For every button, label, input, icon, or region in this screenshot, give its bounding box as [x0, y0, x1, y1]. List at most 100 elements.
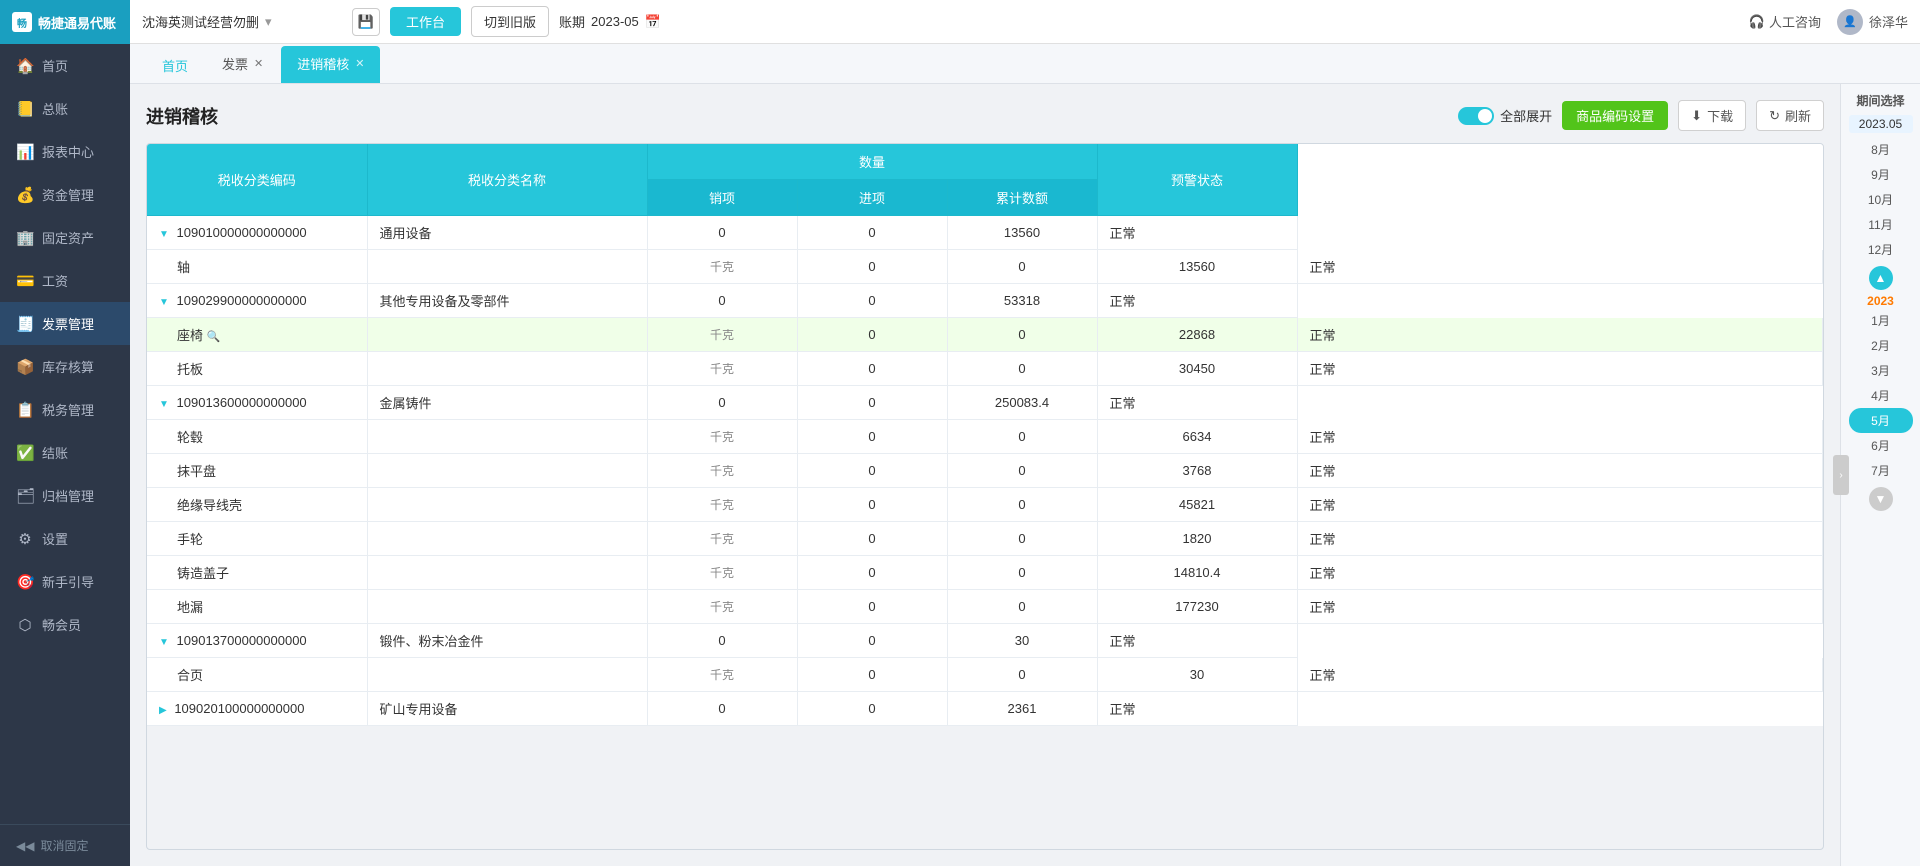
sidebar-item-ledger[interactable]: 📒 总账	[0, 87, 130, 130]
download-button[interactable]: ⬇ 下载	[1678, 100, 1746, 131]
save-button[interactable]: 💾	[352, 8, 380, 36]
page-content: 进销稽核 全部展开 商品编码设置 ⬇ 下载 ↻ 刷	[130, 84, 1840, 866]
table-row[interactable]: 抹平盘 千克 0 0 3768 正常	[147, 454, 1823, 488]
year-nav-up[interactable]: ▲	[1869, 266, 1893, 290]
sidebar-item-assets[interactable]: 🏢 固定资产	[0, 216, 130, 259]
topbar: 沈海英测试经营勿删 ▾ 💾 工作台 切到旧版 账期 2023-05 📅 🎧 人工…	[130, 0, 1920, 44]
month-2[interactable]: 2月	[1849, 333, 1913, 358]
tab-reconcile[interactable]: 进销稽核 ✕	[281, 46, 380, 83]
search-icon[interactable]: 🔍	[207, 331, 221, 343]
table-row[interactable]: 轴 千克 0 0 13560 正常	[147, 250, 1823, 284]
settle-icon: ✅	[16, 444, 34, 462]
sidebar-item-capital[interactable]: 💰 资金管理	[0, 173, 130, 216]
table-row[interactable]: 合页 千克 0 0 30 正常	[147, 658, 1823, 692]
calendar-icon[interactable]: 📅	[645, 14, 661, 30]
service-button[interactable]: 🎧 人工咨询	[1749, 12, 1821, 31]
sidebar-item-settle[interactable]: ✅ 结账	[0, 431, 130, 474]
month-8[interactable]: 8月	[1849, 137, 1913, 162]
cell-purchase: 0	[797, 216, 947, 250]
workspace-button[interactable]: 工作台	[390, 7, 461, 36]
table-row[interactable]: 铸造盖子 千克 0 0 14810.4 正常	[147, 556, 1823, 590]
sidebar-item-member[interactable]: ⬡ 畅会员	[0, 603, 130, 646]
sidebar-label-tax: 税务管理	[42, 400, 94, 419]
sidebar-item-salary[interactable]: 💳 工资	[0, 259, 130, 302]
cell-unit: 千克	[647, 420, 797, 454]
refresh-label: 刷新	[1785, 106, 1811, 125]
expand-icon[interactable]: ▼	[159, 399, 169, 410]
sidebar-label-salary: 工资	[42, 271, 68, 290]
user-menu[interactable]: 👤 徐泽华	[1837, 9, 1908, 35]
cell-status: 正常	[1297, 352, 1823, 386]
table-row[interactable]: ▶ 109020100000000000 矿山专用设备 0 0 2361 正常	[147, 692, 1823, 726]
sidebar-item-invoice[interactable]: 🧾 发票管理	[0, 302, 130, 345]
table-row[interactable]: ▼ 109013600000000000 金属铸件 0 0 250083.4 正…	[147, 386, 1823, 420]
expand-toggle[interactable]: 全部展开	[1458, 106, 1552, 125]
expand-all-label: 全部展开	[1500, 106, 1552, 125]
inventory-icon: 📦	[16, 358, 34, 376]
col-tax-name: 税收分类名称	[367, 144, 647, 216]
tab-invoice-close[interactable]: ✕	[254, 57, 263, 70]
switch-version-button[interactable]: 切到旧版	[471, 6, 549, 37]
sidebar-unpin[interactable]: ◀◀ 取消固定	[0, 824, 130, 866]
chevron-down-icon: ▾	[265, 14, 272, 30]
expand-icon[interactable]: ▼	[159, 297, 169, 308]
month-10[interactable]: 10月	[1849, 187, 1913, 212]
sidebar-label-invoice: 发票管理	[42, 314, 94, 333]
month-3[interactable]: 3月	[1849, 358, 1913, 383]
cell-purchase: 0	[797, 284, 947, 318]
toggle-track[interactable]	[1458, 107, 1494, 125]
month-7[interactable]: 7月	[1849, 458, 1913, 483]
table-row[interactable]: 地漏 千克 0 0 177230 正常	[147, 590, 1823, 624]
sidebar-item-archive[interactable]: 🗂 归档管理	[0, 474, 130, 517]
cell-total: 177230	[1097, 590, 1297, 624]
table-row[interactable]: 轮毂 千克 0 0 6634 正常	[147, 420, 1823, 454]
tab-invoice[interactable]: 发票 ✕	[206, 46, 279, 83]
sidebar-item-home[interactable]: 🏠 首页	[0, 44, 130, 87]
page-title: 进销稽核	[146, 103, 218, 129]
period-display: 账期 2023-05 📅	[559, 12, 661, 31]
refresh-button[interactable]: ↻ 刷新	[1756, 100, 1824, 131]
sidebar-item-reports[interactable]: 📊 报表中心	[0, 130, 130, 173]
month-9[interactable]: 9月	[1849, 162, 1913, 187]
month-5[interactable]: 5月	[1849, 408, 1913, 433]
month-11[interactable]: 11月	[1849, 212, 1913, 237]
tabbar: 首页 发票 ✕ 进销稽核 ✕	[130, 44, 1920, 84]
table-row[interactable]: 绝缘导线壳 千克 0 0 45821 正常	[147, 488, 1823, 522]
company-selector[interactable]: 沈海英测试经营勿删 ▾	[142, 12, 342, 31]
setting-button[interactable]: 商品编码设置	[1562, 101, 1668, 130]
sidebar-item-guide[interactable]: 🎯 新手引导	[0, 560, 130, 603]
col-purchase: 进项	[797, 180, 947, 216]
sidebar-label-home: 首页	[42, 56, 68, 75]
expand-icon[interactable]: ▶	[159, 705, 167, 716]
tab-home[interactable]: 首页	[146, 48, 204, 83]
period-year-top[interactable]: 2023.05	[1849, 115, 1913, 133]
user-icon: 👤	[1843, 15, 1857, 28]
month-12[interactable]: 12月	[1849, 237, 1913, 262]
sidebar-label-ledger: 总账	[42, 99, 68, 118]
sidebar-item-settings[interactable]: ⚙ 设置	[0, 517, 130, 560]
cell-purchase: 0	[797, 692, 947, 726]
month-4[interactable]: 4月	[1849, 383, 1913, 408]
cell-name: 抹平盘	[147, 454, 367, 488]
table-row[interactable]: ▼ 109013700000000000 锻件、粉末冶金件 0 0 30 正常	[147, 624, 1823, 658]
table-row[interactable]: 托板 千克 0 0 30450 正常	[147, 352, 1823, 386]
table-row[interactable]: ▼ 109029900000000000 其他专用设备及零部件 0 0 5331…	[147, 284, 1823, 318]
cell-code: ▶ 109020100000000000	[147, 692, 367, 726]
expand-icon[interactable]: ▼	[159, 229, 169, 240]
month-6[interactable]: 6月	[1849, 433, 1913, 458]
panel-toggle-button[interactable]: ›	[1833, 455, 1849, 495]
cell-name: 地漏	[147, 590, 367, 624]
unpin-label: 取消固定	[40, 837, 88, 854]
expand-icon[interactable]: ▼	[159, 637, 169, 648]
table-row[interactable]: ▼ 109010000000000000 通用设备 0 0 13560 正常	[147, 216, 1823, 250]
year-nav-down[interactable]: ▼	[1869, 487, 1893, 511]
sidebar-item-inventory[interactable]: 📦 库存核算	[0, 345, 130, 388]
toggle-thumb	[1478, 109, 1492, 123]
table-row[interactable]: 手轮 千克 0 0 1820 正常	[147, 522, 1823, 556]
sidebar-item-tax[interactable]: 📋 税务管理	[0, 388, 130, 431]
table-row[interactable]: 座椅 🔍 千克 0 0 22868 正常	[147, 318, 1823, 352]
tab-reconcile-close[interactable]: ✕	[355, 57, 364, 70]
cell-sales: 0	[797, 454, 947, 488]
month-1[interactable]: 1月	[1849, 308, 1913, 333]
sidebar: 畅 畅捷通易代账 🏠 首页 📒 总账 📊 报表中心 💰 资金管理 🏢 固定资产 …	[0, 0, 130, 866]
